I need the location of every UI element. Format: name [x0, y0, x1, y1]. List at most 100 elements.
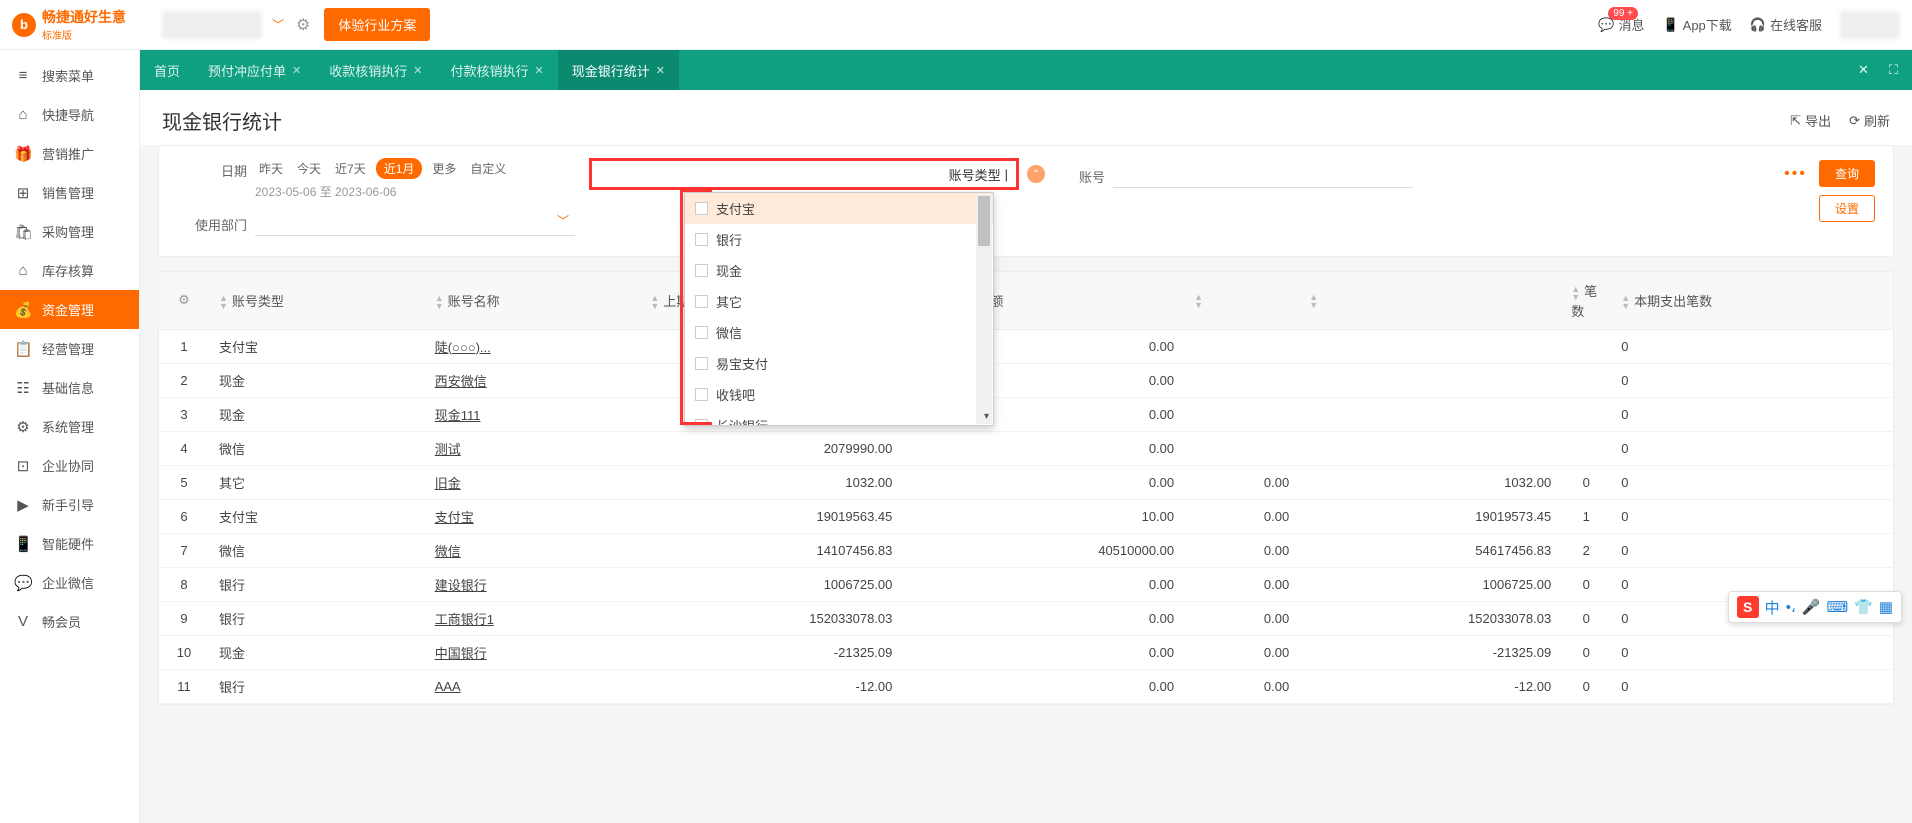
online-service-link[interactable]: 🎧 在线客服	[1750, 15, 1822, 34]
sidebar-item-1[interactable]: ⌂快捷导航	[0, 95, 139, 134]
sort-icon[interactable]: ▲▼	[1571, 285, 1580, 301]
account-name-link[interactable]: 现金111	[435, 408, 481, 423]
checkbox-icon[interactable]	[695, 264, 708, 277]
account-name-link[interactable]: 工商银行1	[435, 612, 494, 627]
ime-punct-icon[interactable]: •،	[1786, 598, 1796, 616]
tab-close-icon[interactable]: ✕	[535, 64, 544, 77]
tab-2[interactable]: 收款核销执行✕	[315, 50, 436, 90]
account-name-link[interactable]: 建设银行	[435, 578, 487, 593]
filter-settings-button[interactable]: 设置	[1819, 195, 1875, 222]
date-option-5[interactable]: 自定义	[466, 158, 510, 179]
col-header-2[interactable]: ▲▼账号名称	[425, 272, 641, 329]
sidebar-item-4[interactable]: 🛍采购管理	[0, 212, 139, 251]
tab-0[interactable]: 首页	[140, 50, 194, 90]
account-name-link[interactable]: 支付宝	[435, 510, 474, 525]
date-option-1[interactable]: 今天	[293, 158, 325, 179]
account-name-link[interactable]: AAA	[435, 679, 461, 694]
ime-grid-icon[interactable]: ▦	[1879, 598, 1893, 616]
org-chevron-icon[interactable]: ﹀	[272, 16, 284, 33]
tab-3[interactable]: 付款核销执行✕	[436, 50, 557, 90]
query-button[interactable]: 查询	[1819, 160, 1875, 187]
more-dots-icon[interactable]: •••	[1784, 165, 1807, 183]
col-header-5[interactable]: ▲▼	[1184, 272, 1299, 329]
messages-link[interactable]: 💬 消息 99 +	[1598, 15, 1644, 34]
industry-plan-button[interactable]: 体验行业方案	[324, 8, 430, 41]
export-button[interactable]: ⇱ 导出	[1790, 111, 1831, 130]
dropdown-scrollbar[interactable]: ▾	[976, 194, 992, 424]
account-name-link[interactable]: 陡(○○○)...	[435, 340, 491, 355]
dropdown-option-3[interactable]: 其它	[685, 286, 993, 317]
gear-icon[interactable]: ⚙	[178, 292, 190, 307]
sidebar-item-7[interactable]: 📋经营管理	[0, 329, 139, 368]
collapse-toggle-icon[interactable]: ⌃	[1027, 165, 1045, 183]
sidebar-item-10[interactable]: ⊡企业协同	[0, 446, 139, 485]
account-name-link[interactable]: 中国银行	[435, 646, 487, 661]
sidebar-item-8[interactable]: ☷基础信息	[0, 368, 139, 407]
ime-toolbar[interactable]: S 中 •، 🎤 ⌨ 👕 ▦	[1728, 591, 1902, 623]
sort-icon[interactable]: ▲▼	[1309, 293, 1318, 309]
account-number-input[interactable]	[1113, 164, 1413, 188]
sidebar-item-12[interactable]: 📱智能硬件	[0, 524, 139, 563]
date-option-3[interactable]: 近1月	[376, 158, 423, 179]
user-avatar-blurred[interactable]	[1840, 11, 1900, 39]
checkbox-icon[interactable]	[695, 357, 708, 370]
sort-icon[interactable]: ▲▼	[435, 294, 444, 310]
app-download-link[interactable]: 📱 App下载	[1662, 15, 1731, 34]
col-header-1[interactable]: ▲▼账号类型	[209, 272, 425, 329]
date-option-0[interactable]: 昨天	[255, 158, 287, 179]
checkbox-icon[interactable]	[695, 326, 708, 339]
date-option-2[interactable]: 近7天	[331, 158, 370, 179]
settings-gear-icon[interactable]: ⚙	[296, 15, 310, 35]
account-name-link[interactable]: 测试	[435, 442, 461, 457]
sidebar-item-2[interactable]: 🎁营销推广	[0, 134, 139, 173]
checkbox-icon[interactable]	[695, 202, 708, 215]
col-header-7[interactable]: ▲▼笔数	[1561, 272, 1611, 329]
scrollbar-thumb[interactable]	[978, 196, 990, 246]
checkbox-icon[interactable]	[695, 419, 708, 425]
sort-icon[interactable]: ▲▼	[1621, 294, 1630, 310]
sidebar-item-5[interactable]: ⌂库存核算	[0, 251, 139, 290]
dropdown-option-0[interactable]: 支付宝	[685, 193, 993, 224]
dept-chevron-icon[interactable]: ﹀	[557, 212, 569, 229]
ime-shirt-icon[interactable]: 👕	[1854, 598, 1873, 616]
account-name-link[interactable]: 西安微信	[435, 374, 487, 389]
dropdown-option-1[interactable]: 银行	[685, 224, 993, 255]
dropdown-option-5[interactable]: 易宝支付	[685, 348, 993, 379]
account-name-link[interactable]: 微信	[435, 544, 461, 559]
checkbox-icon[interactable]	[695, 295, 708, 308]
dropdown-option-4[interactable]: 微信	[685, 317, 993, 348]
tab-4[interactable]: 现金银行统计✕	[558, 50, 679, 90]
account-name-link[interactable]: 旧金	[435, 476, 461, 491]
dropdown-option-7[interactable]: 长沙银行	[685, 410, 993, 425]
tab-close-icon[interactable]: ✕	[413, 64, 422, 77]
org-selector-blurred[interactable]	[162, 11, 262, 39]
sort-icon[interactable]: ▲▼	[219, 294, 228, 310]
sort-icon[interactable]: ▲▼	[650, 294, 659, 310]
date-option-4[interactable]: 更多	[428, 158, 460, 179]
checkbox-icon[interactable]	[695, 233, 708, 246]
refresh-button[interactable]: ⟳ 刷新	[1849, 111, 1890, 130]
sidebar-item-11[interactable]: ▶新手引导	[0, 485, 139, 524]
tab-close-icon[interactable]: ✕	[292, 64, 301, 77]
sidebar-item-6[interactable]: 💰资金管理	[0, 290, 139, 329]
sidebar-item-13[interactable]: 💬企业微信	[0, 563, 139, 602]
sidebar-item-0[interactable]: ≡搜索菜单	[0, 56, 139, 95]
tab-close-icon[interactable]: ✕	[656, 64, 665, 77]
sidebar-item-9[interactable]: ⚙系统管理	[0, 407, 139, 446]
col-header-8[interactable]: ▲▼本期支出笔数	[1611, 272, 1893, 329]
sidebar-item-3[interactable]: ⊞销售管理	[0, 173, 139, 212]
dropdown-option-6[interactable]: 收钱吧	[685, 379, 993, 410]
sidebar-item-14[interactable]: V畅会员	[0, 602, 139, 641]
checkbox-icon[interactable]	[695, 388, 708, 401]
col-header-0[interactable]: ⚙	[159, 272, 209, 329]
ime-keyboard-icon[interactable]: ⌨	[1826, 598, 1848, 616]
dept-input[interactable]	[255, 212, 575, 236]
tab-fullscreen-icon[interactable]: ⛶	[1883, 58, 1904, 82]
sort-icon[interactable]: ▲▼	[1194, 293, 1203, 309]
tab-1[interactable]: 预付冲应付单✕	[194, 50, 315, 90]
ime-mic-icon[interactable]: 🎤	[1802, 598, 1821, 616]
ime-lang[interactable]: 中	[1765, 597, 1780, 618]
account-type-input-box[interactable]: 账号类型 |	[589, 158, 1019, 190]
dropdown-option-2[interactable]: 现金	[685, 255, 993, 286]
tab-close-all-icon[interactable]: ✕	[1852, 58, 1875, 82]
